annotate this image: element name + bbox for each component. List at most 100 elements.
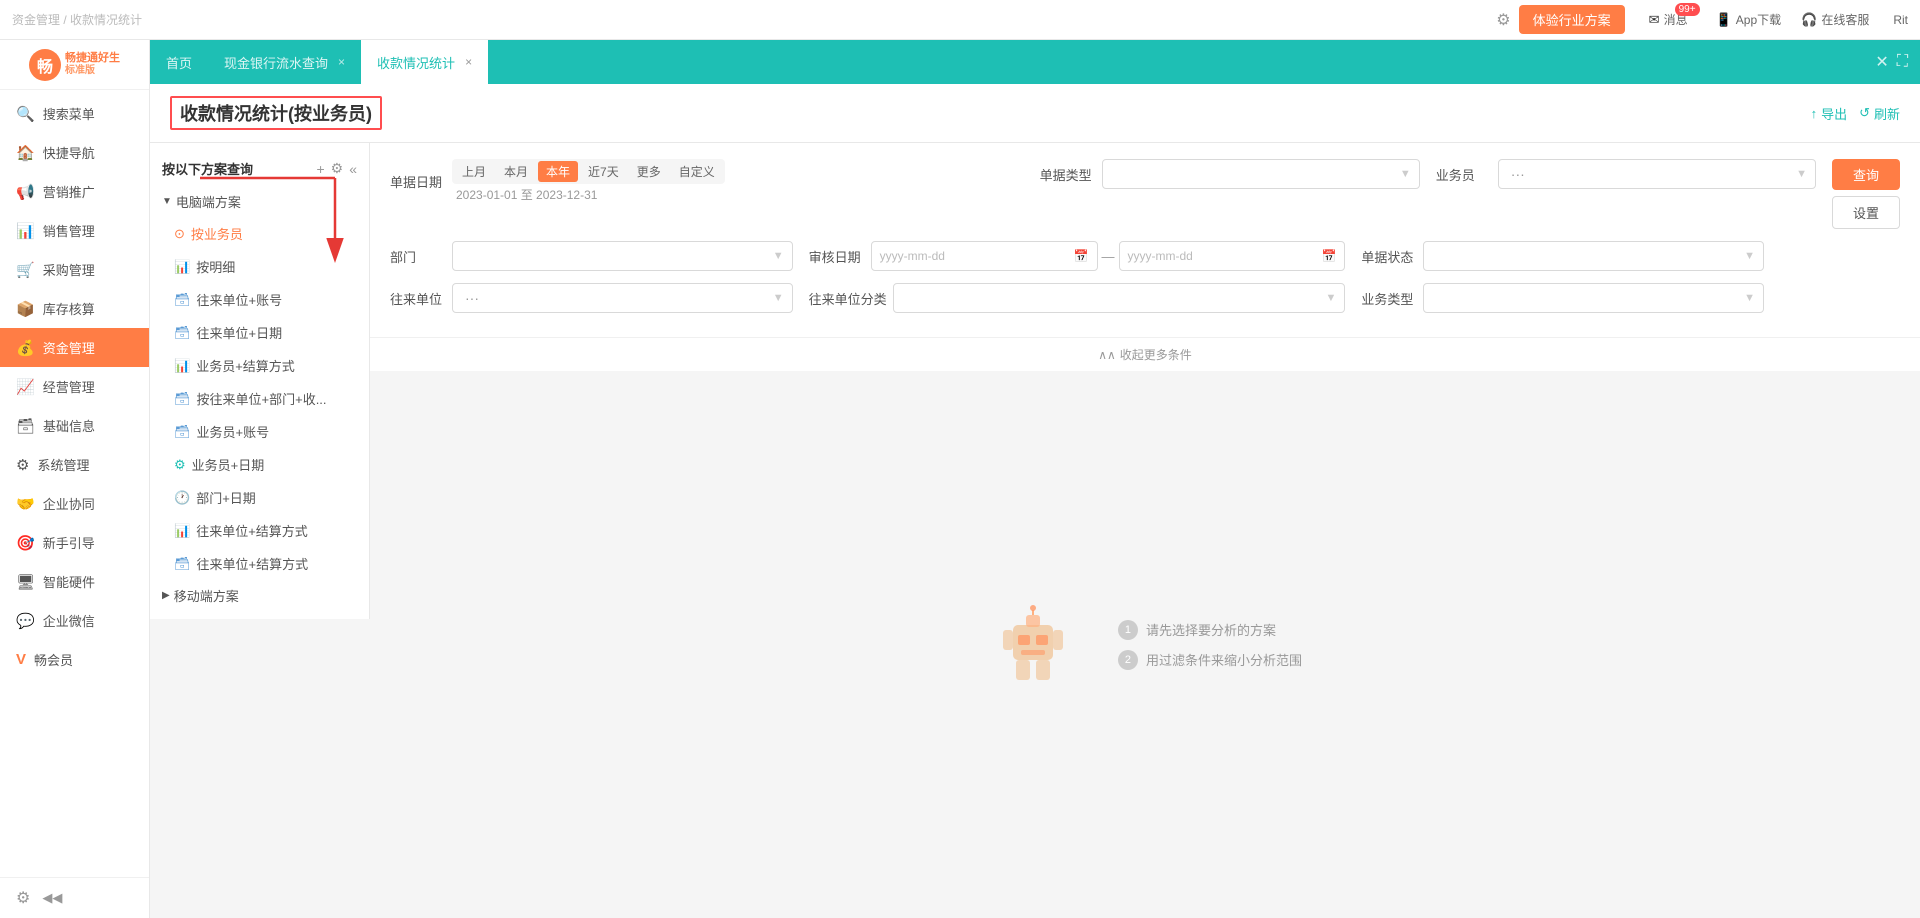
page-content: 收款情况统计(按业务员) ↑ 导出 ↺ 刷新	[150, 84, 1920, 918]
settings-btn[interactable]: 设置	[1832, 196, 1900, 229]
collapse-more-btn[interactable]: ∧∧ 收起更多条件	[370, 337, 1920, 371]
review-date-from[interactable]: yyyy-mm-dd 📅	[871, 241, 1098, 271]
counterpart-dropdown[interactable]: ··· ▼	[452, 283, 793, 313]
app-name-1: 畅捷通好生	[65, 52, 120, 65]
scheme-item-salesperson[interactable]: ⊙ 按业务员	[150, 217, 369, 250]
sidebar-item-search[interactable]: 🔍 搜索菜单	[0, 94, 149, 133]
mobile-group-label: 移动端方案	[174, 586, 239, 605]
scheme-add-btn[interactable]: +	[316, 160, 324, 177]
sidebar-search-label: 搜索菜单	[43, 104, 95, 123]
review-date-to[interactable]: yyyy-mm-dd 📅	[1119, 241, 1346, 271]
refresh-btn[interactable]: ↺ 刷新	[1859, 104, 1900, 123]
scheme-item-counterpart-settle1[interactable]: 📊 往来单位+结算方式	[150, 514, 369, 547]
tab-collection[interactable]: 收款情况统计 ×	[361, 40, 488, 84]
salesperson-dropdown[interactable]: ··· ▼	[1498, 159, 1816, 189]
hardware-icon: 🖥	[16, 573, 35, 591]
salesperson-chevron: ▼	[1796, 168, 1807, 180]
base-icon: 🗃	[16, 417, 35, 435]
sidebar-item-hardware[interactable]: 🖥 智能硬件	[0, 562, 149, 601]
tab-bank-flow-close[interactable]: ×	[338, 55, 345, 69]
sidebar-item-purchase[interactable]: 🛒 采购管理	[0, 250, 149, 289]
empty-tips: 1 请先选择要分析的方案 2 用过滤条件来缩小分析范围	[1118, 620, 1302, 670]
doc-status-dropdown[interactable]: ▼	[1423, 241, 1764, 271]
breadcrumb-area: 资金管理 / 收款情况统计	[12, 11, 1488, 28]
cs2-scheme-icon: 🗃	[174, 556, 191, 572]
home-icon: 🏠	[16, 144, 35, 162]
scheme-item-counterpart-settle2[interactable]: 🗃 往来单位+结算方式	[150, 547, 369, 580]
tab-home[interactable]: 首页	[150, 40, 208, 84]
scheme-header-actions: + ⚙ «	[316, 160, 357, 177]
sidebar-item-fund[interactable]: 💰 资金管理	[0, 328, 149, 367]
scheme-item-dept[interactable]: 🗃 按往来单位+部门+收...	[150, 382, 369, 415]
doc-type-dropdown[interactable]: ▼	[1102, 159, 1420, 189]
date-tab-thisyear[interactable]: 本年	[538, 161, 578, 182]
tab-bar-actions: ✕ ⛶	[1875, 52, 1920, 72]
sidebar-item-base[interactable]: 🗃 基础信息	[0, 406, 149, 445]
scheme-collapse-btn[interactable]: «	[349, 160, 357, 177]
dd-scheme-icon: 🕐	[174, 490, 190, 506]
footer-collapse-btn[interactable]: ◀◀	[42, 890, 62, 906]
sidebar-inventory-label: 库存核算	[43, 299, 95, 318]
biz-type-dropdown[interactable]: ▼	[1423, 283, 1764, 313]
service-area[interactable]: 🎧 在线客服	[1801, 11, 1869, 28]
sidebar-footer: ⚙ ◀◀	[0, 877, 149, 918]
tab-collection-close[interactable]: ×	[465, 55, 472, 69]
close-all-tabs-btn[interactable]: ✕	[1875, 52, 1888, 72]
date-tab-7days[interactable]: 近7天	[580, 161, 627, 182]
tab-bank-flow[interactable]: 现金银行流水查询 ×	[208, 40, 361, 84]
sidebar-item-enterprise[interactable]: 🤝 企业协同	[0, 484, 149, 523]
scheme-item-counterpart-date[interactable]: 🗃 往来单位+日期	[150, 316, 369, 349]
collapse-label: 收起更多条件	[1120, 346, 1192, 363]
sidebar-item-wechat[interactable]: 💬 企业微信	[0, 601, 149, 640]
sidebar-item-operation[interactable]: 📈 经营管理	[0, 367, 149, 406]
refresh-label: 刷新	[1874, 104, 1900, 123]
sidebar-item-member[interactable]: V 畅会员	[0, 640, 149, 679]
sidebar-item-sales[interactable]: 📊 销售管理	[0, 211, 149, 250]
sd-scheme-icon: ⚙	[174, 457, 186, 473]
scheme-item-salesperson-account[interactable]: 🗃 业务员+账号	[150, 415, 369, 448]
group-arrow-down: ▼	[162, 196, 172, 207]
sidebar-wechat-label: 企业微信	[43, 611, 95, 630]
scheme-item-detail[interactable]: 📊 按明细	[150, 250, 369, 283]
inventory-icon: 📦	[16, 300, 35, 318]
dept-dropdown[interactable]: ▼	[452, 241, 793, 271]
sidebar-item-system[interactable]: ⚙ 系统管理	[0, 445, 149, 484]
salesperson-more-icon[interactable]: ···	[1511, 166, 1525, 182]
counterpart-type-dropdown[interactable]: ▼	[893, 283, 1346, 313]
sidebar-item-quick-nav[interactable]: 🏠 快捷导航	[0, 133, 149, 172]
scheme-item-salesperson-settle[interactable]: 📊 业务员+结算方式	[150, 349, 369, 382]
app-download-area[interactable]: 📱 App下载	[1716, 11, 1782, 28]
date-tab-lastmonth[interactable]: 上月	[454, 161, 494, 182]
footer-settings-btn[interactable]: ⚙	[16, 888, 30, 908]
date-tab-more[interactable]: 更多	[629, 161, 669, 182]
message-icon: ✉	[1649, 12, 1660, 28]
doc-status-chevron: ▼	[1744, 250, 1755, 262]
biz-type-chevron: ▼	[1744, 292, 1755, 304]
scheme-item-dept-date[interactable]: 🕐 部门+日期	[150, 481, 369, 514]
tip-text-1: 请先选择要分析的方案	[1146, 620, 1276, 639]
counterpart-type-label: 往来单位分类	[809, 289, 887, 308]
date-tab-thismonth[interactable]: 本月	[496, 161, 536, 182]
scheme-item-counterpart-account[interactable]: 🗃 往来单位+账号	[150, 283, 369, 316]
export-btn[interactable]: ↑ 导出	[1811, 104, 1848, 123]
counterpart-more-icon[interactable]: ···	[465, 290, 479, 306]
notification-area[interactable]: ✉ 消息 99+	[1649, 11, 1688, 28]
date-tab-custom[interactable]: 自定义	[671, 161, 723, 182]
sidebar-item-inventory[interactable]: 📦 库存核算	[0, 289, 149, 328]
sidebar-item-marketing[interactable]: 📢 营销推广	[0, 172, 149, 211]
query-btn[interactable]: 查询	[1832, 159, 1900, 190]
header-settings-btn[interactable]: ⚙	[1496, 10, 1510, 30]
maximize-btn[interactable]: ⛶	[1897, 53, 1908, 71]
trial-btn[interactable]: 体验行业方案	[1519, 5, 1625, 34]
scheme-desktop-group[interactable]: ▼ 电脑端方案	[150, 186, 369, 217]
sidebar-quicknav-label: 快捷导航	[43, 143, 95, 162]
wechat-icon: 💬	[16, 612, 35, 630]
scheme-settings-btn[interactable]: ⚙	[331, 160, 344, 177]
sidebar-item-guide[interactable]: 🎯 新手引导	[0, 523, 149, 562]
scheme-item-salesperson-date[interactable]: ⚙ 业务员+日期	[150, 448, 369, 481]
top-header: 资金管理 / 收款情况统计 ⚙ 体验行业方案 ✉ 消息 99+ 📱 App下载 …	[0, 0, 1920, 40]
enterprise-icon: 🤝	[16, 495, 35, 513]
dd-scheme-label: 部门+日期	[196, 488, 256, 507]
doc-type-label: 单据类型	[1040, 165, 1096, 184]
scheme-mobile-group[interactable]: ▶ 移动端方案	[150, 580, 369, 611]
